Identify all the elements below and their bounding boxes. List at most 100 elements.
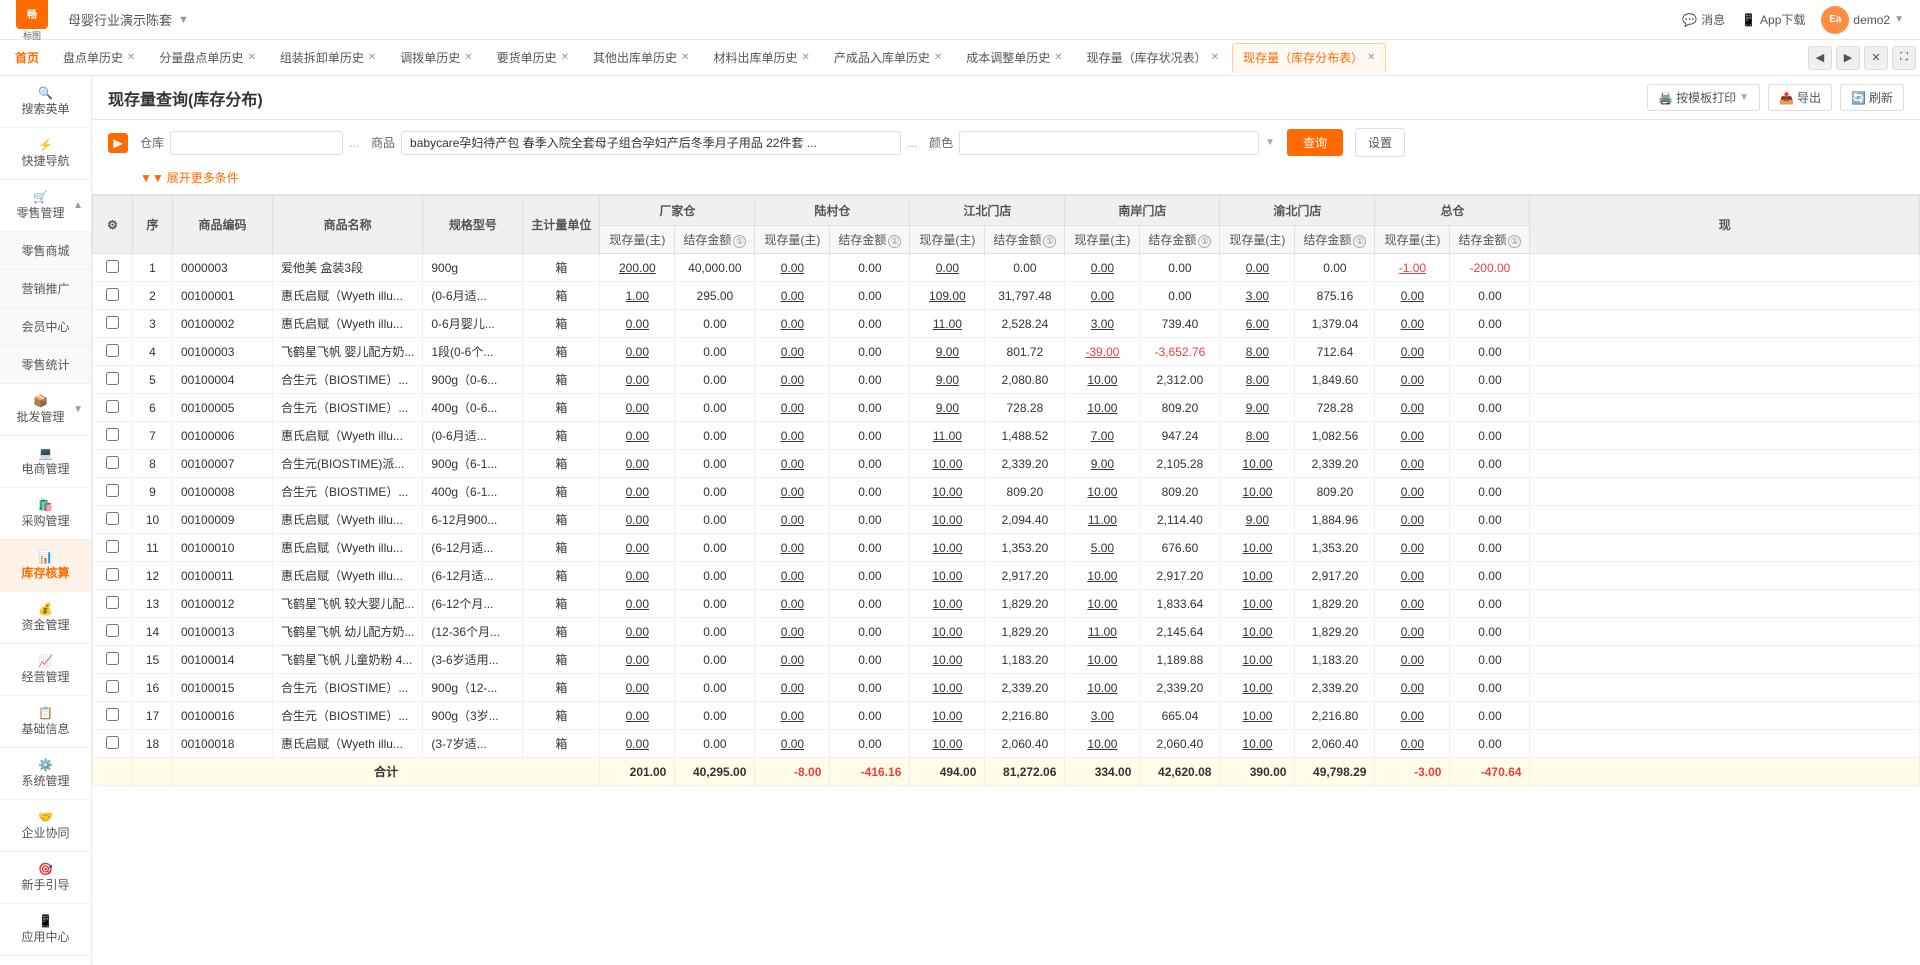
qty-cell[interactable]: 10.00 [910, 674, 985, 702]
qty-cell[interactable]: 0.00 [600, 422, 675, 450]
qty-cell[interactable]: 10.00 [1065, 562, 1140, 590]
qty-cell[interactable]: 10.00 [910, 590, 985, 618]
sidebar-item-wechat[interactable]: 💬 企业微信 [0, 956, 91, 965]
qty-cell[interactable]: 0.00 [600, 702, 675, 730]
qty-cell[interactable]: 0.00 [755, 646, 830, 674]
row-checkbox[interactable] [106, 736, 119, 749]
row-checkbox[interactable] [106, 372, 119, 385]
qty-cell[interactable]: 9.00 [1220, 506, 1295, 534]
row-settings[interactable] [93, 366, 133, 394]
row-checkbox[interactable] [106, 568, 119, 581]
row-checkbox[interactable] [106, 400, 119, 413]
app-download-button[interactable]: 📱 App下载 [1741, 11, 1805, 28]
qty-cell[interactable]: 9.00 [1065, 450, 1140, 478]
qty-cell[interactable]: 0.00 [910, 254, 985, 282]
qty-cell[interactable]: 10.00 [910, 506, 985, 534]
qty-cell[interactable]: 0.00 [755, 534, 830, 562]
qty-cell[interactable]: 10.00 [1220, 450, 1295, 478]
jb-amt-info-icon[interactable]: ① [1043, 235, 1056, 248]
qty-cell[interactable]: 10.00 [910, 450, 985, 478]
qty-cell[interactable]: 10.00 [910, 618, 985, 646]
qty-cell[interactable]: 11.00 [910, 310, 985, 338]
qty-cell[interactable]: 0.00 [755, 506, 830, 534]
qty-cell[interactable]: 9.00 [910, 338, 985, 366]
qty-cell[interactable]: 0.00 [1375, 506, 1450, 534]
row-checkbox[interactable] [106, 456, 119, 469]
tab-order-close[interactable]: ✕ [561, 52, 569, 63]
qty-cell[interactable]: 10.00 [1065, 366, 1140, 394]
qty-cell[interactable]: 10.00 [1220, 534, 1295, 562]
qty-cell[interactable]: 10.00 [1220, 562, 1295, 590]
qty-cell[interactable]: 10.00 [1220, 730, 1295, 758]
zc-amt-info-icon[interactable]: ① [1508, 235, 1521, 248]
warehouse-ellipsis[interactable]: ... [349, 136, 359, 150]
qty-cell[interactable]: 0.00 [1375, 282, 1450, 310]
sidebar-item-inventory[interactable]: 📊 库存核算 [0, 540, 91, 592]
row-checkbox[interactable] [106, 624, 119, 637]
tab-order[interactable]: 要货单历史 ✕ [486, 43, 580, 73]
row-checkbox[interactable] [106, 652, 119, 665]
qty-cell[interactable]: 0.00 [600, 534, 675, 562]
qty-cell[interactable]: 0.00 [1375, 730, 1450, 758]
qty-cell[interactable]: 10.00 [1220, 590, 1295, 618]
qty-cell[interactable]: 0.00 [600, 618, 675, 646]
tab-stocktake[interactable]: 盘点单历史 ✕ [52, 43, 146, 73]
row-settings[interactable] [93, 590, 133, 618]
row-checkbox[interactable] [106, 316, 119, 329]
qty-cell[interactable]: 0.00 [600, 674, 675, 702]
qty-cell[interactable]: 0.00 [1375, 366, 1450, 394]
qty-cell[interactable]: 10.00 [1220, 478, 1295, 506]
row-settings[interactable] [93, 338, 133, 366]
qty-cell[interactable]: 0.00 [1375, 646, 1450, 674]
sidebar-item-finance[interactable]: 💰 资金管理 [0, 592, 91, 644]
qty-cell[interactable]: 10.00 [1065, 478, 1140, 506]
sidebar-item-ecommerce[interactable]: 💻 电商管理 [0, 436, 91, 488]
qty-cell[interactable]: 10.00 [1065, 590, 1140, 618]
qty-cell[interactable]: 11.00 [1065, 618, 1140, 646]
qty-cell[interactable]: -39.00 [1065, 338, 1140, 366]
qty-cell[interactable]: 0.00 [1065, 254, 1140, 282]
tab-next-button[interactable]: ▶ [1836, 46, 1860, 70]
sidebar-item-quicknav[interactable]: ⚡ 快捷导航 [0, 128, 91, 180]
tab-other-out-close[interactable]: ✕ [681, 52, 689, 63]
row-settings[interactable] [93, 534, 133, 562]
tab-stock-dist[interactable]: 现存量（库存分布表） ✕ [1232, 43, 1386, 73]
qty-cell[interactable]: 0.00 [1375, 450, 1450, 478]
qty-cell[interactable]: 3.00 [1065, 702, 1140, 730]
tab-transfer[interactable]: 调拨单历史 ✕ [389, 43, 483, 73]
sidebar-item-retail[interactable]: 🛒 零售管理 ▲ [0, 180, 91, 232]
qty-cell[interactable]: 9.00 [910, 366, 985, 394]
tab-assemble[interactable]: 组装拆卸单历史 ✕ [269, 43, 387, 73]
row-settings[interactable] [93, 702, 133, 730]
tab-sub-stocktake[interactable]: 分量盘点单历史 ✕ [148, 43, 266, 73]
sidebar-item-member[interactable]: 会员中心 [0, 308, 91, 346]
row-checkbox[interactable] [106, 708, 119, 721]
sidebar-item-wholesale[interactable]: 📦 批发管理 ▼ [0, 384, 91, 436]
row-checkbox[interactable] [106, 484, 119, 497]
sidebar-item-purchase[interactable]: 🛍️ 采购管理 [0, 488, 91, 540]
qty-cell[interactable]: 0.00 [755, 282, 830, 310]
qty-cell[interactable]: 10.00 [1065, 646, 1140, 674]
qty-cell[interactable]: 10.00 [910, 534, 985, 562]
qty-cell[interactable]: 0.00 [600, 590, 675, 618]
qty-cell[interactable]: 0.00 [1375, 478, 1450, 506]
sidebar-item-retail-mall[interactable]: 零售商城 [0, 232, 91, 270]
tab-stocktake-close[interactable]: ✕ [127, 52, 135, 63]
qty-cell[interactable]: 0.00 [1220, 254, 1295, 282]
qty-cell[interactable]: 0.00 [1375, 702, 1450, 730]
row-settings[interactable] [93, 254, 133, 282]
qty-cell[interactable]: 0.00 [755, 478, 830, 506]
qty-cell[interactable]: 10.00 [910, 730, 985, 758]
qty-cell[interactable]: 0.00 [755, 366, 830, 394]
row-settings[interactable] [93, 646, 133, 674]
qty-cell[interactable]: 8.00 [1220, 422, 1295, 450]
expand-conditions-button[interactable]: ▼▼ 展开更多条件 [140, 169, 239, 186]
qty-cell[interactable]: 0.00 [755, 422, 830, 450]
qty-cell[interactable]: 0.00 [600, 338, 675, 366]
row-settings[interactable] [93, 282, 133, 310]
sidebar-item-enterprise[interactable]: 🤝 企业协同 [0, 800, 91, 852]
tab-product-in-close[interactable]: ✕ [934, 52, 942, 63]
goods-input[interactable] [401, 131, 901, 155]
company-selector[interactable]: 母婴行业演示陈套 ▼ [68, 10, 189, 29]
l-amt-info-icon[interactable]: ① [888, 235, 901, 248]
